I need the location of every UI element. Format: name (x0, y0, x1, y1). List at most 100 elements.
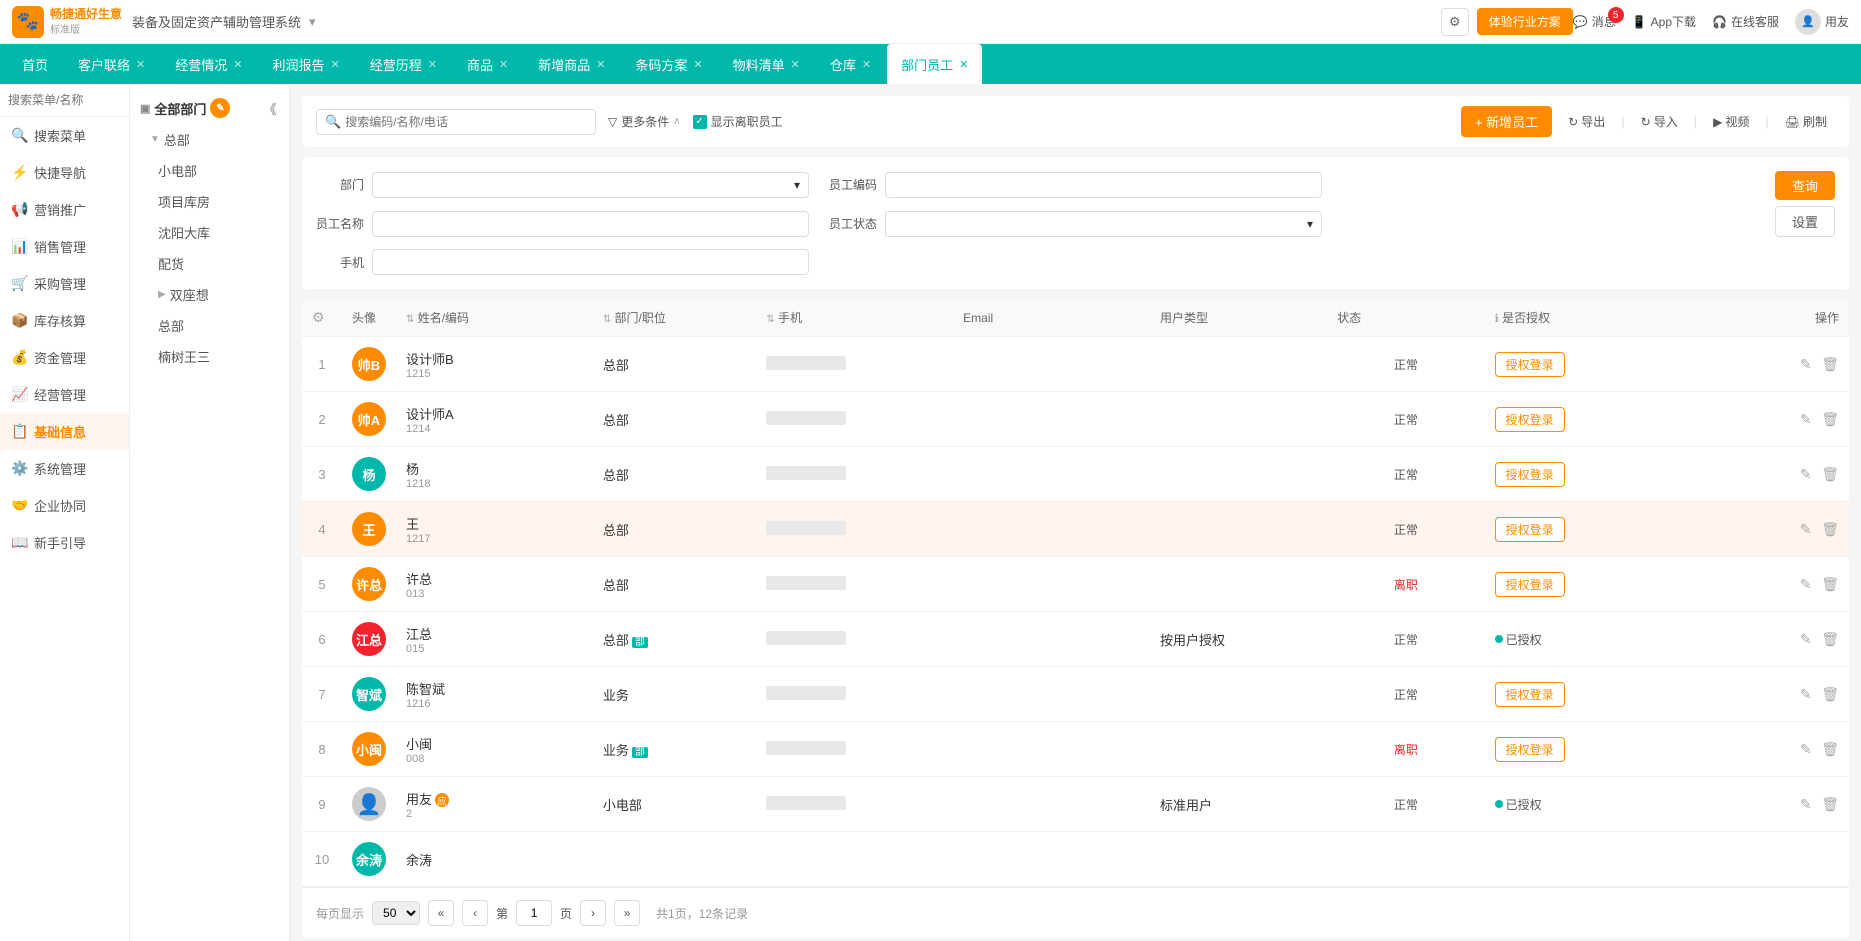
emp-name-input[interactable] (372, 211, 809, 237)
phone-input[interactable] (372, 249, 809, 275)
sidebar-item-finance[interactable]: 💰资金管理 (0, 339, 129, 376)
edit-icon[interactable]: ✎ (1800, 466, 1812, 482)
nav-tab-仓库[interactable]: 仓库✕ (816, 44, 885, 84)
auth-login-btn[interactable]: 授权登录 (1495, 682, 1565, 707)
close-icon[interactable]: ✕ (233, 58, 242, 71)
th-dept[interactable]: ⇅ 部门/职位 (593, 299, 756, 337)
more-conditions-btn[interactable]: ▽ 更多条件 ∧ (608, 113, 681, 130)
auth-login-btn[interactable]: 授权登录 (1495, 572, 1565, 597)
emp-code-input[interactable] (885, 172, 1322, 198)
auth-login-btn[interactable]: 授权登录 (1495, 517, 1565, 542)
nav-tab-新增商品[interactable]: 新增商品✕ (524, 44, 619, 84)
dept-collapse-btn[interactable]: 《 (261, 99, 279, 117)
message-btn[interactable]: 💬 消息 5 (1573, 13, 1616, 30)
sidebar-search-input[interactable] (8, 93, 130, 107)
sort-icon-name[interactable]: ⇅ (406, 314, 414, 325)
close-icon[interactable]: ✕ (428, 58, 437, 71)
close-icon[interactable]: ✕ (959, 58, 968, 71)
th-name[interactable]: ⇅ 姓名/编码 (396, 299, 593, 337)
page-size-select[interactable]: 50 (372, 901, 420, 925)
sort-icon-dept[interactable]: ⇅ (603, 314, 611, 325)
close-icon[interactable]: ✕ (693, 58, 702, 71)
print-btn[interactable]: 🖨 刷制 (1777, 109, 1835, 134)
dept-item-xiangmu[interactable]: 项目库房 (138, 186, 289, 217)
dept-tree-item-zongbu[interactable]: ▼ 总部 (130, 124, 289, 155)
sidebar-item-purchase[interactable]: 🛒采购管理 (0, 265, 129, 302)
sort-icon-phone[interactable]: ⇅ (766, 314, 774, 325)
nav-tab-商品[interactable]: 商品✕ (453, 44, 522, 84)
settings-gear-icon[interactable]: ⚙ (312, 309, 325, 325)
import-btn[interactable]: ↻ 导入 (1633, 109, 1686, 134)
close-icon[interactable]: ✕ (499, 58, 508, 71)
delete-icon[interactable]: 🗑 (1821, 686, 1839, 702)
th-phone[interactable]: ⇅ 手机 (756, 299, 953, 337)
first-page-btn[interactable]: « (428, 900, 454, 926)
settings-action-btn[interactable]: 设置 (1775, 206, 1835, 237)
delete-icon[interactable]: 🗑 (1821, 741, 1839, 757)
sidebar-item-operation[interactable]: 📈经营管理 (0, 376, 129, 413)
close-icon[interactable]: ✕ (136, 58, 145, 71)
edit-icon[interactable]: ✎ (1800, 796, 1812, 812)
sidebar-search[interactable]: 🔍 (0, 84, 129, 117)
nav-tab-利润报告[interactable]: 利润报告✕ (258, 44, 353, 84)
settings-gear-btn[interactable]: ⚙ (1441, 8, 1469, 36)
sidebar-item-guide[interactable]: 📖新手引导 (0, 524, 129, 561)
page-number-input[interactable] (516, 900, 552, 926)
search-input[interactable] (345, 115, 587, 129)
delete-icon[interactable]: 🗑 (1821, 466, 1839, 482)
user-avatar-btn[interactable]: 👤 用友 (1795, 9, 1849, 35)
nav-tab-首页[interactable]: 首页 (8, 44, 62, 84)
dept-item-zongbu-sub[interactable]: 总部 (138, 310, 289, 341)
auth-login-btn[interactable]: 授权登录 (1495, 407, 1565, 432)
nav-tab-经营情况[interactable]: 经营情况✕ (161, 44, 256, 84)
sidebar-item-collab[interactable]: 🤝企业协同 (0, 487, 129, 524)
resigned-checkbox[interactable]: ✓ (693, 115, 707, 129)
delete-icon[interactable]: 🗑 (1821, 796, 1839, 812)
status-select[interactable]: ▾ (885, 211, 1322, 237)
delete-icon[interactable]: 🗑 (1821, 411, 1839, 427)
close-icon[interactable]: ✕ (596, 58, 605, 71)
dept-item-shenyang[interactable]: 沈阳大库 (138, 217, 289, 248)
export-btn[interactable]: ↻ 导出 (1560, 109, 1613, 134)
sidebar-item-basic[interactable]: 📋基础信息 (0, 413, 129, 450)
edit-icon[interactable]: ✎ (1800, 356, 1812, 372)
delete-icon[interactable]: 🗑 (1821, 356, 1839, 372)
dept-item-nanshu[interactable]: 楠树王三 (138, 341, 289, 372)
service-btn[interactable]: 🎧 在线客服 (1712, 13, 1779, 30)
edit-icon[interactable]: ✎ (1800, 631, 1812, 647)
auth-login-btn[interactable]: 授权登录 (1495, 737, 1565, 762)
system-title-arrow[interactable]: ▾ (309, 14, 316, 30)
edit-icon[interactable]: ✎ (1800, 686, 1812, 702)
nav-tab-条码方案[interactable]: 条码方案✕ (621, 44, 716, 84)
add-employee-btn[interactable]: + 新增员工 (1461, 106, 1552, 137)
delete-icon[interactable]: 🗑 (1821, 631, 1839, 647)
nav-tab-经营历程[interactable]: 经营历程✕ (356, 44, 451, 84)
sidebar-item-sales[interactable]: 📊销售管理 (0, 228, 129, 265)
auth-login-btn[interactable]: 授权登录 (1495, 462, 1565, 487)
close-icon[interactable]: ✕ (862, 58, 871, 71)
sidebar-item-system[interactable]: ⚙️系统管理 (0, 450, 129, 487)
delete-icon[interactable]: 🗑 (1821, 576, 1839, 592)
search-action-btn[interactable]: 查询 (1775, 171, 1835, 200)
next-page-btn[interactable]: › (580, 900, 606, 926)
edit-icon[interactable]: ✎ (1800, 521, 1812, 537)
show-resigned-filter[interactable]: ✓ 显示离职员工 (693, 113, 783, 130)
sidebar-item-inventory[interactable]: 📦库存核算 (0, 302, 129, 339)
dept-edit-icon[interactable]: ✎ (210, 98, 230, 118)
trial-button[interactable]: 体验行业方案 (1477, 8, 1573, 35)
close-icon[interactable]: ✕ (791, 58, 800, 71)
app-download-btn[interactable]: 📱 App下载 (1632, 13, 1696, 30)
sidebar-item-marketing[interactable]: 📢营销推广 (0, 191, 129, 228)
dept-item-shuangzuo[interactable]: ▶双座想 (138, 279, 289, 310)
sidebar-item-search[interactable]: 🔍搜索菜单 (0, 117, 129, 154)
nav-tab-部门员工[interactable]: 部门员工✕ (887, 44, 982, 84)
sidebar-item-quick[interactable]: ⚡快捷导航 (0, 154, 129, 191)
video-btn[interactable]: ▶ 视频 (1705, 109, 1757, 134)
close-icon[interactable]: ✕ (331, 58, 340, 71)
edit-icon[interactable]: ✎ (1800, 576, 1812, 592)
dept-item-xiaodian[interactable]: 小电部 (138, 155, 289, 186)
last-page-btn[interactable]: » (614, 900, 640, 926)
auth-login-btn[interactable]: 授权登录 (1495, 352, 1565, 377)
dept-item-peihuo[interactable]: 配货 (138, 248, 289, 279)
delete-icon[interactable]: 🗑 (1821, 521, 1839, 537)
